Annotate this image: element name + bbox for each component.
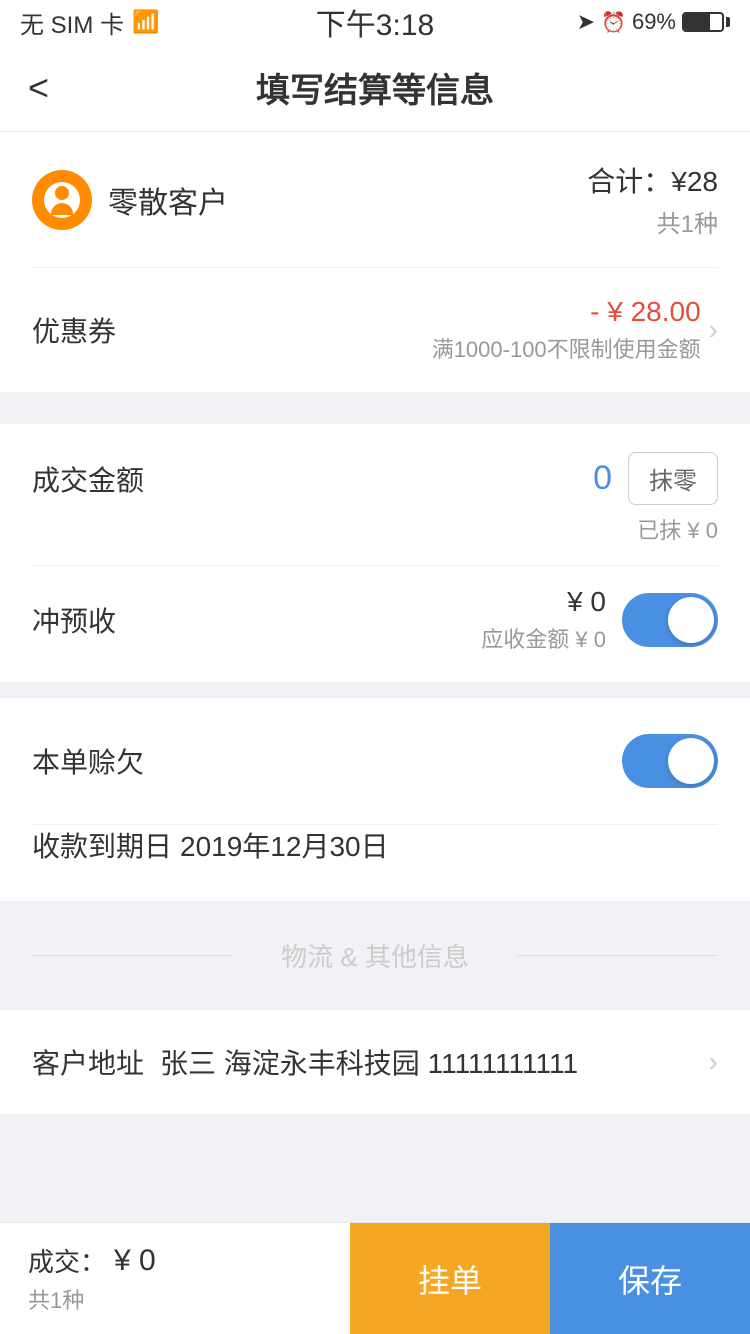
status-time: 下午3:18 — [316, 0, 434, 44]
due-date-row: 收款到期日 2019年12月30日 — [0, 825, 750, 901]
customer-avatar — [32, 170, 92, 230]
status-right: ➤ ⏰ 69% — [577, 9, 730, 35]
content: 零散客户 合计：¥28 共1种 优惠券 - ¥ 28.00 满1000-100不… — [0, 132, 750, 1250]
transaction-label: 成交金额 — [32, 459, 144, 499]
customer-name: 零散客户 — [108, 178, 228, 222]
transaction-right: 0 抹零 — [593, 452, 718, 505]
coupon-info: - ¥ 28.00 满1000-100不限制使用金额 — [432, 296, 701, 364]
battery-percent: 69% — [632, 9, 676, 35]
transaction-row: 成交金额 0 抹零 — [0, 424, 750, 513]
coupon-discount: - ¥ 28.00 — [432, 296, 701, 328]
due-date-value[interactable]: 2019年12月30日 — [180, 825, 389, 865]
bottom-total-label: 成交： ¥ 0 — [28, 1242, 322, 1279]
prepay-right: ¥ 0 应收金额 ¥ 0 — [481, 586, 718, 654]
total-count: 共1种 — [587, 204, 718, 239]
prepay-sub: 应收金额 ¥ 0 — [481, 622, 606, 654]
wifi-icon — [132, 8, 159, 36]
nav-bar: < 填写结算等信息 — [0, 44, 750, 132]
transaction-sub: 已抹 ¥ 0 — [0, 513, 750, 565]
prepay-toggle[interactable] — [622, 593, 718, 647]
carrier-text: 无 SIM 卡 — [20, 5, 124, 40]
customer-row: 零散客户 合计：¥28 共1种 — [0, 132, 750, 267]
section-sep-3 — [0, 901, 750, 917]
address-card: 客户地址 张三 海淀永丰科技园 11111111111 › — [0, 1010, 750, 1114]
section-sep-2 — [0, 682, 750, 698]
transaction-amount[interactable]: 0 — [593, 459, 612, 498]
coupon-label: 优惠券 — [32, 310, 116, 350]
section-sep-4 — [0, 994, 750, 1010]
total-amount: 合计：¥28 — [587, 160, 718, 200]
transaction-card: 成交金额 0 抹零 已抹 ¥ 0 冲预收 ¥ 0 应收金额 ¥ 0 — [0, 424, 750, 682]
due-date-label: 收款到期日 — [32, 825, 172, 865]
avatar-icon — [44, 182, 80, 218]
prepay-row: 冲预收 ¥ 0 应收金额 ¥ 0 — [0, 566, 750, 682]
pending-button[interactable]: 挂单 — [350, 1223, 550, 1334]
coupon-right: - ¥ 28.00 满1000-100不限制使用金额 › — [432, 296, 718, 364]
address-label: 客户地址 — [32, 1042, 144, 1082]
address-chevron-icon: › — [709, 1046, 718, 1078]
customer-total: 合计：¥28 共1种 — [587, 160, 718, 239]
status-bar: 无 SIM 卡 下午3:18 ➤ ⏰ 69% — [0, 0, 750, 44]
save-button[interactable]: 保存 — [550, 1223, 750, 1334]
bottom-total: 成交： ¥ 0 共1种 — [0, 1242, 350, 1315]
battery-indicator — [682, 12, 730, 32]
customer-card: 零散客户 合计：¥28 共1种 优惠券 - ¥ 28.00 满1000-100不… — [0, 132, 750, 392]
logistics-title: 物流 & 其他信息 — [0, 937, 750, 974]
coupon-row[interactable]: 优惠券 - ¥ 28.00 满1000-100不限制使用金额 › — [0, 268, 750, 392]
page-title: 填写结算等信息 — [256, 63, 494, 112]
coupon-desc: 满1000-100不限制使用金额 — [432, 332, 701, 364]
round-button[interactable]: 抹零 — [628, 452, 718, 505]
status-left: 无 SIM 卡 — [20, 5, 159, 40]
toggle-knob-prepay — [668, 597, 714, 643]
prepay-amount: ¥ 0 — [481, 586, 606, 618]
bottom-total-amount: ¥ 0 — [114, 1244, 156, 1278]
customer-left: 零散客户 — [32, 170, 228, 230]
toggle-knob-debt — [668, 738, 714, 784]
location-icon: ➤ — [577, 9, 595, 35]
prepay-label: 冲预收 — [32, 600, 116, 640]
debt-toggle[interactable] — [622, 734, 718, 788]
bottom-bar: 成交： ¥ 0 共1种 挂单 保存 — [0, 1222, 750, 1334]
section-sep-1 — [0, 408, 750, 424]
address-right: › — [709, 1046, 718, 1078]
debt-label: 本单赊欠 — [32, 741, 144, 781]
prepay-info: ¥ 0 应收金额 ¥ 0 — [481, 586, 606, 654]
back-button[interactable]: < — [28, 67, 49, 109]
debt-row: 本单赊欠 — [0, 698, 750, 824]
alarm-icon: ⏰ — [601, 10, 626, 35]
bottom-count: 共1种 — [28, 1283, 322, 1315]
address-value: 张三 海淀永丰科技园 11111111111 — [160, 1042, 709, 1082]
chevron-right-icon: › — [709, 314, 718, 346]
address-row[interactable]: 客户地址 张三 海淀永丰科技园 11111111111 › — [0, 1010, 750, 1114]
logistics-separator: 物流 & 其他信息 — [0, 917, 750, 994]
debt-card: 本单赊欠 收款到期日 2019年12月30日 — [0, 698, 750, 901]
